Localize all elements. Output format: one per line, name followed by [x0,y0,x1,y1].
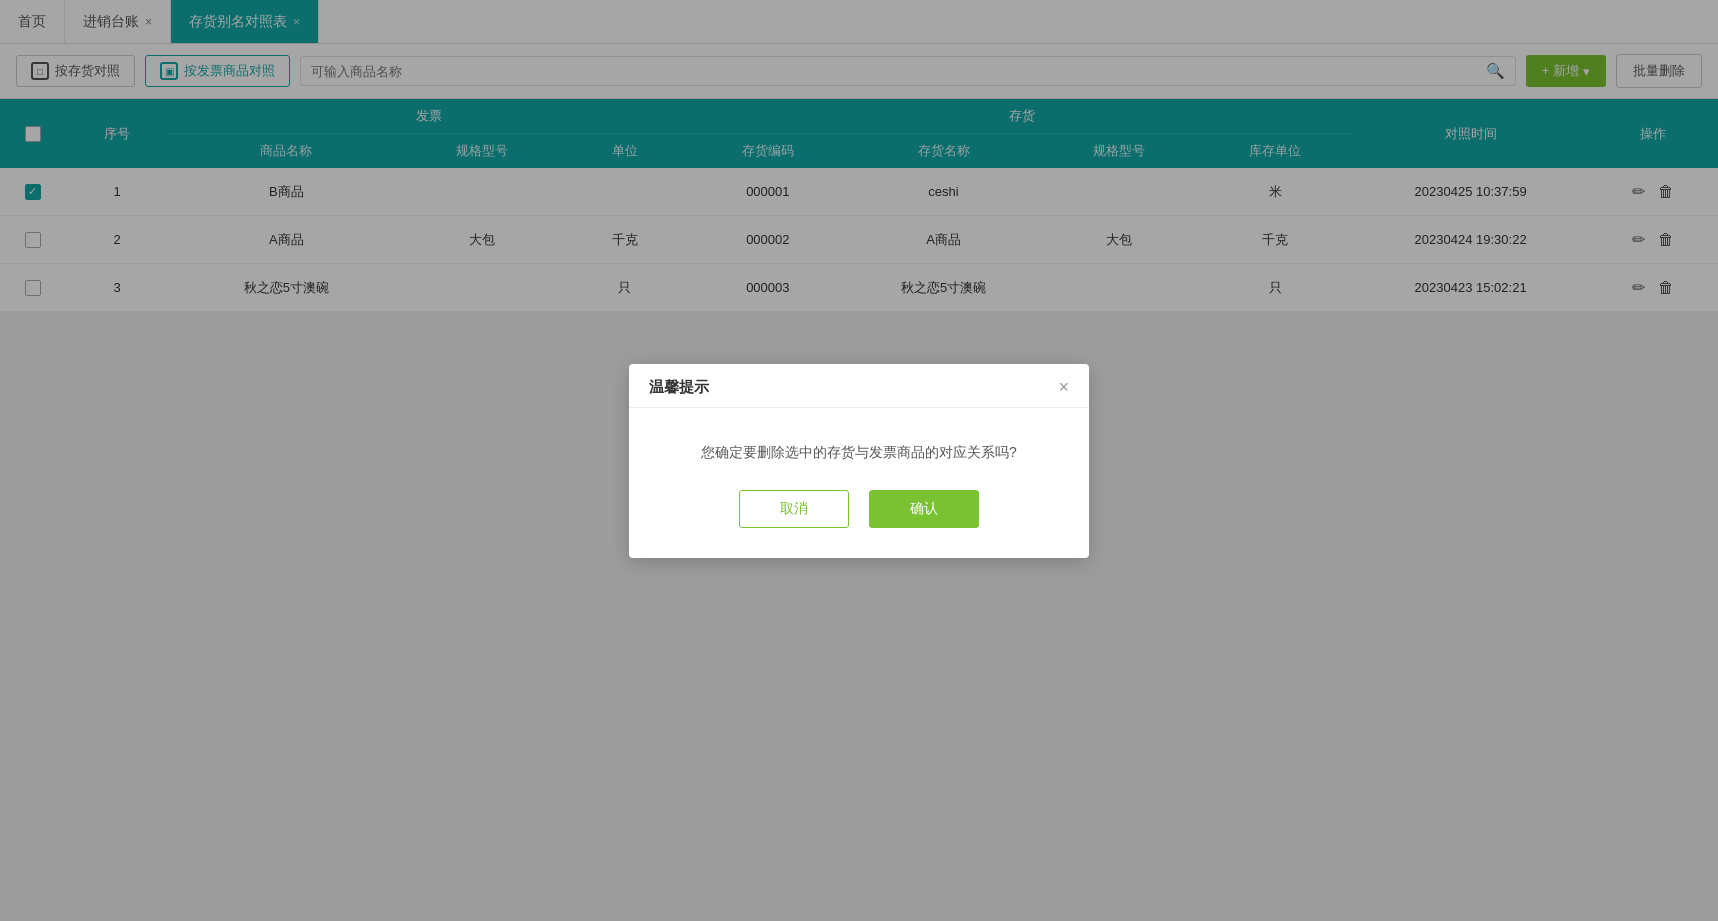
modal-overlay: 温馨提示 × 您确定要删除选中的存货与发票商品的对应关系吗? 取消 确认 [0,0,1718,312]
